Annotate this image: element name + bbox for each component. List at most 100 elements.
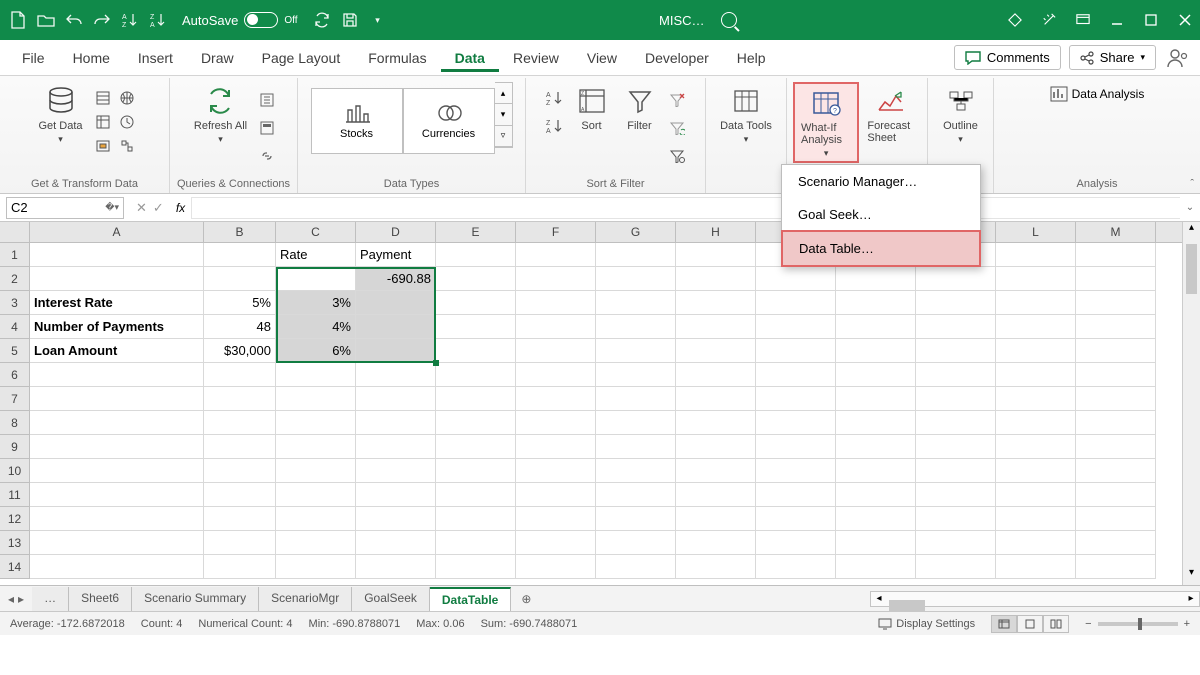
existing-conn-icon[interactable] [92,135,114,157]
cell-B11[interactable] [204,483,276,507]
zoom-control[interactable]: − + [1085,618,1190,630]
cell-L4[interactable] [996,315,1076,339]
cell-F1[interactable] [516,243,596,267]
cell-J11[interactable] [836,483,916,507]
sync-icon[interactable] [312,10,332,30]
display-settings-button[interactable]: Display Settings [878,618,975,630]
cell-F13[interactable] [516,531,596,555]
row-header-10[interactable]: 10 [0,459,30,483]
cell-G12[interactable] [596,507,676,531]
cell-I13[interactable] [756,531,836,555]
cell-F3[interactable] [516,291,596,315]
recent-sources-icon[interactable] [116,111,138,133]
diamond-icon[interactable] [1008,13,1022,27]
cell-L12[interactable] [996,507,1076,531]
cell-G5[interactable] [596,339,676,363]
cell-G11[interactable] [596,483,676,507]
row-header-7[interactable]: 7 [0,387,30,411]
undo-icon[interactable] [64,10,84,30]
sort-desc-icon[interactable]: ZA [544,115,566,137]
cell-H12[interactable] [676,507,756,531]
filter-button[interactable]: Filter [617,82,663,134]
cell-H10[interactable] [676,459,756,483]
zoom-out-icon[interactable]: − [1085,618,1091,630]
cell-F8[interactable] [516,411,596,435]
cell-G13[interactable] [596,531,676,555]
cell-D4[interactable] [356,315,436,339]
col-header-E[interactable]: E [436,222,516,242]
share-button[interactable]: Share ▾ [1069,45,1156,70]
cell-M5[interactable] [1076,339,1156,363]
cell-A8[interactable] [30,411,204,435]
zoom-in-icon[interactable]: + [1184,618,1190,630]
cell-E6[interactable] [436,363,516,387]
cell-E12[interactable] [436,507,516,531]
comments-button[interactable]: Comments [954,45,1061,70]
cell-C3[interactable]: 3% [276,291,356,315]
cell-E4[interactable] [436,315,516,339]
cell-E5[interactable] [436,339,516,363]
cell-M14[interactable] [1076,555,1156,579]
cell-H6[interactable] [676,363,756,387]
cell-K14[interactable] [916,555,996,579]
cell-G7[interactable] [596,387,676,411]
cell-K11[interactable] [916,483,996,507]
cell-D7[interactable] [356,387,436,411]
cell-D14[interactable] [356,555,436,579]
advanced-icon[interactable] [666,145,688,167]
col-header-H[interactable]: H [676,222,756,242]
cell-G1[interactable] [596,243,676,267]
sheet-tab-[interactable]: … [32,587,69,611]
close-icon[interactable] [1178,13,1192,27]
cell-D2[interactable]: -690.88 [356,267,436,291]
cell-A11[interactable] [30,483,204,507]
cell-K3[interactable] [916,291,996,315]
cell-J9[interactable] [836,435,916,459]
clear-filter-icon[interactable] [666,89,688,111]
row-header-3[interactable]: 3 [0,291,30,315]
cell-J7[interactable] [836,387,916,411]
cell-A4[interactable]: Number of Payments [30,315,204,339]
cell-M13[interactable] [1076,531,1156,555]
cells-area[interactable]: RatePayment-690.88Interest Rate5%3%Numbe… [30,243,1200,579]
cell-H3[interactable] [676,291,756,315]
what-if-analysis-button[interactable]: ? What-If Analysis▾ [793,82,859,163]
cell-I5[interactable] [756,339,836,363]
collaborator-icon[interactable] [1164,44,1192,72]
cell-B2[interactable] [204,267,276,291]
cell-K7[interactable] [916,387,996,411]
cell-E9[interactable] [436,435,516,459]
save-icon[interactable] [340,10,360,30]
cell-G4[interactable] [596,315,676,339]
tab-data[interactable]: Data [441,44,499,72]
cell-A2[interactable] [30,267,204,291]
cell-J13[interactable] [836,531,916,555]
cell-L10[interactable] [996,459,1076,483]
cell-A10[interactable] [30,459,204,483]
cell-C8[interactable] [276,411,356,435]
cell-F5[interactable] [516,339,596,363]
cell-L14[interactable] [996,555,1076,579]
row-header-5[interactable]: 5 [0,339,30,363]
cell-A13[interactable] [30,531,204,555]
cell-B5[interactable]: $30,000 [204,339,276,363]
row-header-1[interactable]: 1 [0,243,30,267]
reapply-icon[interactable] [666,117,688,139]
queries-icon[interactable] [256,89,278,111]
formula-input[interactable] [191,197,1180,219]
cell-M6[interactable] [1076,363,1156,387]
refresh-all-button[interactable]: Refresh All▾ [188,82,253,147]
cell-K6[interactable] [916,363,996,387]
cell-A7[interactable] [30,387,204,411]
maximize-icon[interactable] [1144,13,1158,27]
from-table-icon[interactable] [92,111,114,133]
cell-I8[interactable] [756,411,836,435]
cell-A1[interactable] [30,243,204,267]
sort-az-icon[interactable]: AZ [120,10,140,30]
cell-A6[interactable] [30,363,204,387]
cell-M3[interactable] [1076,291,1156,315]
cell-B7[interactable] [204,387,276,411]
cell-H2[interactable] [676,267,756,291]
cell-D8[interactable] [356,411,436,435]
data-analysis-button[interactable]: Data Analysis [1046,82,1149,106]
